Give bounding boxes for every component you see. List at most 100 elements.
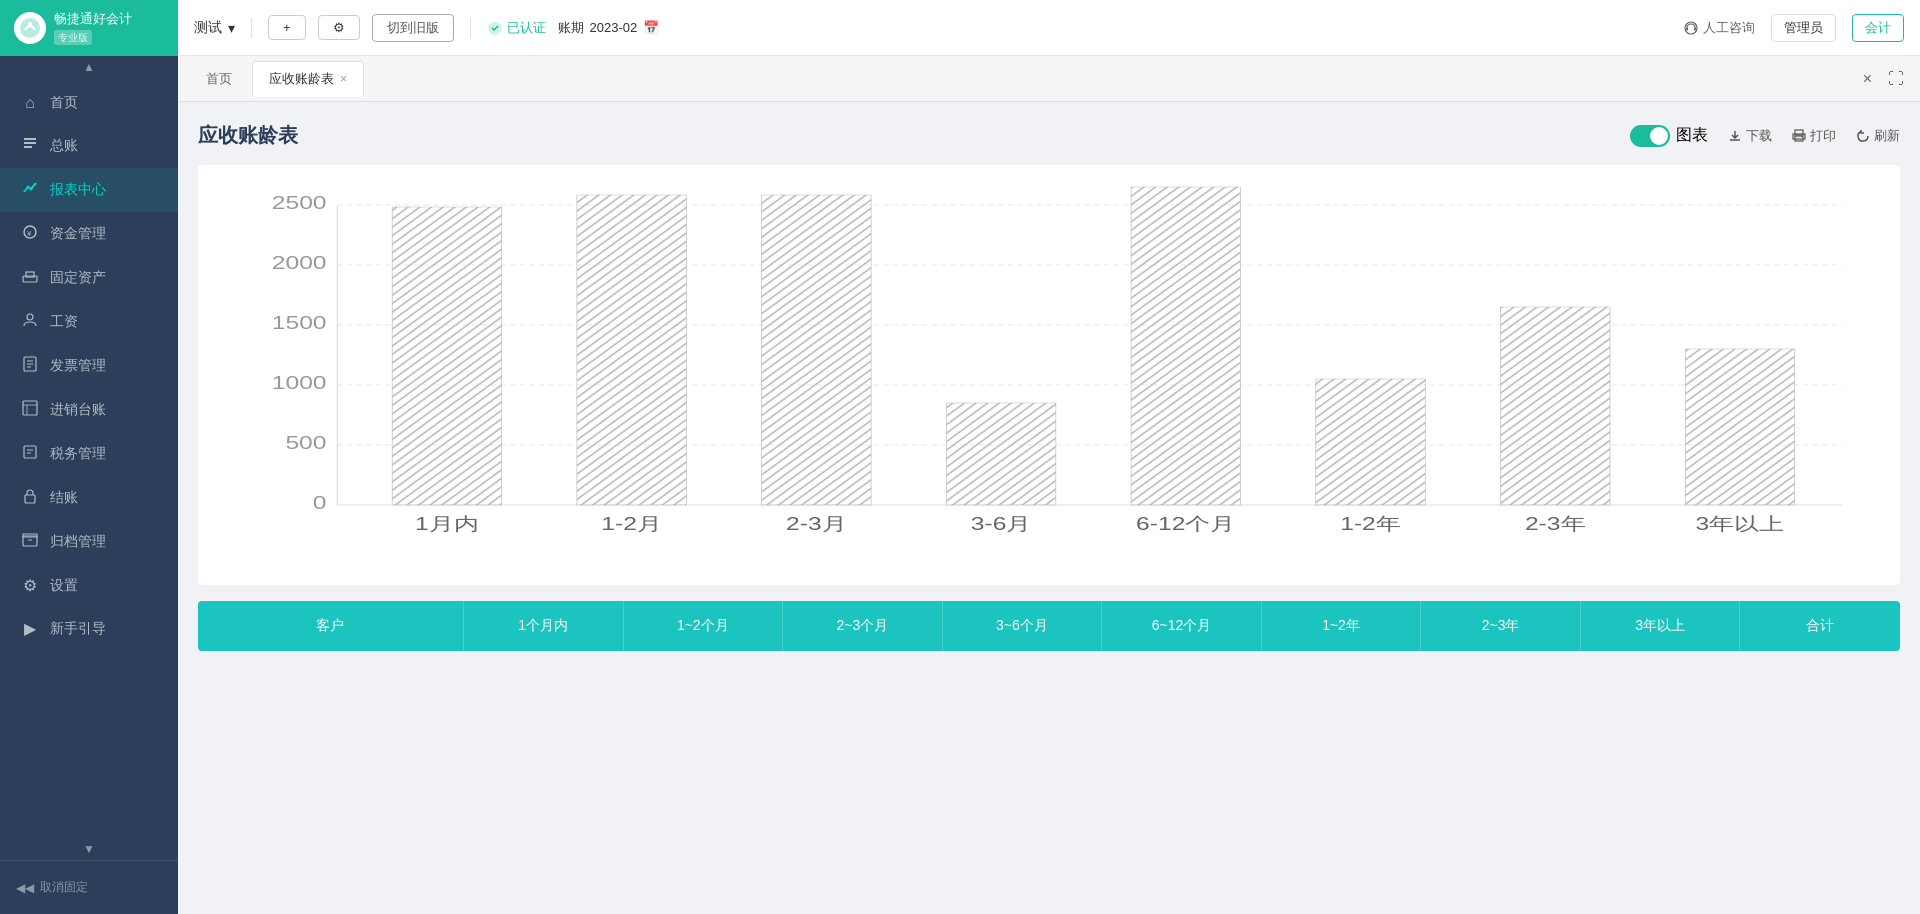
- topbar-divider-2: [470, 18, 471, 38]
- sidebar-nav: ⌂ 首页 总账 报表中心 ¥ 资金管理: [0, 78, 178, 838]
- sidebar-item-label-assets: 固定资产: [50, 269, 106, 287]
- sidebar-item-label-tax: 税务管理: [50, 445, 106, 463]
- download-btn[interactable]: 下载: [1728, 127, 1772, 145]
- sidebar-scroll-down[interactable]: ▼: [0, 838, 178, 860]
- refresh-btn[interactable]: 刷新: [1856, 127, 1900, 145]
- home-tab-label: 首页: [206, 70, 232, 88]
- col-1-2month: 1~2个月: [624, 601, 784, 651]
- sidebar-item-reports[interactable]: 报表中心: [0, 168, 178, 212]
- col-customer: 客户: [198, 601, 464, 651]
- wages-icon: [20, 312, 40, 332]
- sidebar-item-archive[interactable]: 归档管理: [0, 520, 178, 564]
- print-icon: [1792, 129, 1806, 143]
- sidebar-item-label-home: 首页: [50, 94, 78, 112]
- tab-home[interactable]: 首页: [190, 61, 248, 97]
- accountant-btn[interactable]: 会计: [1852, 14, 1904, 42]
- sidebar-item-closing[interactable]: 结账: [0, 476, 178, 520]
- table-container: 客户 1个月内 1~2个月 2~3个月 3~6个月 6~12个月 1~2年 2~…: [198, 601, 1900, 651]
- old-version-btn[interactable]: 切到旧版: [372, 14, 454, 42]
- trade-icon: [20, 400, 40, 420]
- home-icon: ⌂: [20, 94, 40, 112]
- sidebar-item-label-guide: 新手引导: [50, 620, 106, 638]
- svg-point-1: [28, 22, 32, 26]
- toggle-track[interactable]: [1630, 125, 1670, 147]
- tab-close-icon[interactable]: ×: [340, 72, 347, 86]
- sidebar-item-wages[interactable]: 工资: [0, 300, 178, 344]
- settings-icon: ⚙: [20, 576, 40, 595]
- svg-text:500: 500: [285, 432, 326, 453]
- sidebar-item-tax[interactable]: 税务管理: [0, 432, 178, 476]
- bar-2-3month: [762, 195, 871, 505]
- topbar: 测试 ▾ + ⚙ 切到旧版 已认证 账期 2023-02 📅: [178, 0, 1920, 56]
- col-1month: 1个月内: [464, 601, 624, 651]
- tab-close-btn[interactable]: ×: [1859, 66, 1876, 92]
- manager-btn[interactable]: 管理员: [1771, 14, 1836, 42]
- ar-aging-tab-label: 应收账龄表: [269, 70, 334, 88]
- sidebar-item-label-trade: 进销台账: [50, 401, 106, 419]
- sidebar-item-label-invoice: 发票管理: [50, 357, 106, 375]
- headset-icon: [1683, 20, 1699, 36]
- page-header: 应收账龄表 图表 下载: [198, 122, 1900, 149]
- archive-icon: [20, 532, 40, 552]
- svg-text:1-2年: 1-2年: [1340, 513, 1401, 534]
- sidebar-item-assets[interactable]: 固定资产: [0, 256, 178, 300]
- tab-ar-aging[interactable]: 应收账龄表 ×: [252, 61, 364, 97]
- sidebar: 畅捷通好会计 专业版 ▲ ⌂ 首页 总账 报表中心: [0, 0, 178, 914]
- svg-rect-16: [23, 401, 37, 415]
- toggle-thumb: [1650, 127, 1668, 145]
- svg-text:1500: 1500: [272, 312, 327, 333]
- tab-expand-btn[interactable]: ⛶: [1884, 66, 1908, 92]
- sidebar-item-label-closing: 结账: [50, 489, 78, 507]
- bar-3year-plus: [1685, 349, 1794, 505]
- topbar-right: 人工咨询 管理员 会计: [1683, 14, 1904, 42]
- bar-6-12month: [1131, 187, 1240, 505]
- svg-rect-4: [24, 146, 32, 148]
- svg-text:1-2月: 1-2月: [601, 513, 662, 534]
- svg-point-5: [27, 186, 30, 189]
- shield-icon: [487, 20, 503, 36]
- svg-text:3-6月: 3-6月: [971, 513, 1032, 534]
- svg-rect-2: [24, 138, 36, 140]
- sidebar-item-invoice[interactable]: 发票管理: [0, 344, 178, 388]
- sidebar-item-capital[interactable]: ¥ 资金管理: [0, 212, 178, 256]
- col-6-12month: 6~12个月: [1102, 601, 1262, 651]
- sidebar-scroll-up[interactable]: ▲: [0, 56, 178, 78]
- svg-text:¥: ¥: [26, 229, 32, 238]
- col-2-3month: 2~3个月: [783, 601, 943, 651]
- cancel-fixed-btn[interactable]: ◀◀ 取消固定: [0, 871, 178, 904]
- sidebar-item-ledger[interactable]: 总账: [0, 124, 178, 168]
- bar-1month: [392, 207, 501, 505]
- col-3year-plus: 3年以上: [1581, 601, 1741, 651]
- add-icon: +: [283, 20, 291, 35]
- chart-toggle[interactable]: 图表: [1630, 125, 1708, 147]
- sidebar-item-trade[interactable]: 进销台账: [0, 388, 178, 432]
- col-3-6month: 3~6个月: [943, 601, 1103, 651]
- page-title: 应收账龄表: [198, 122, 298, 149]
- add-company-btn[interactable]: +: [268, 15, 306, 40]
- tax-icon: [20, 444, 40, 464]
- settings-btn[interactable]: ⚙: [318, 15, 360, 40]
- app-name-text: 畅捷通好会计 专业版: [54, 11, 132, 46]
- project-selector[interactable]: 测试 ▾: [194, 19, 235, 37]
- sidebar-item-label-archive: 归档管理: [50, 533, 106, 551]
- sidebar-item-label-reports: 报表中心: [50, 181, 106, 199]
- chart-container: 0 500 1000 1500 2000 2500 1月内: [198, 165, 1900, 585]
- sidebar-item-home[interactable]: ⌂ 首页: [0, 82, 178, 124]
- app-logo-icon: [14, 12, 46, 44]
- sidebar-item-guide[interactable]: ▶ 新手引导: [0, 607, 178, 650]
- svg-text:2000: 2000: [272, 252, 327, 273]
- certified-badge: 已认证: [487, 19, 546, 37]
- svg-text:3年以上: 3年以上: [1695, 513, 1784, 534]
- chart-area: 0 500 1000 1500 2000 2500 1月内: [228, 185, 1870, 565]
- support-btn[interactable]: 人工咨询: [1683, 19, 1755, 37]
- capital-icon: ¥: [20, 224, 40, 244]
- svg-rect-28: [1694, 27, 1696, 30]
- print-btn[interactable]: 打印: [1792, 127, 1836, 145]
- svg-text:2500: 2500: [272, 192, 327, 213]
- sidebar-item-settings[interactable]: ⚙ 设置: [0, 564, 178, 607]
- svg-point-6: [30, 188, 33, 191]
- bar-1-2year: [1316, 379, 1425, 505]
- table-header: 客户 1个月内 1~2个月 2~3个月 3~6个月 6~12个月 1~2年 2~…: [198, 601, 1900, 651]
- calendar-icon[interactable]: 📅: [643, 20, 659, 35]
- bar-3-6month: [946, 403, 1055, 505]
